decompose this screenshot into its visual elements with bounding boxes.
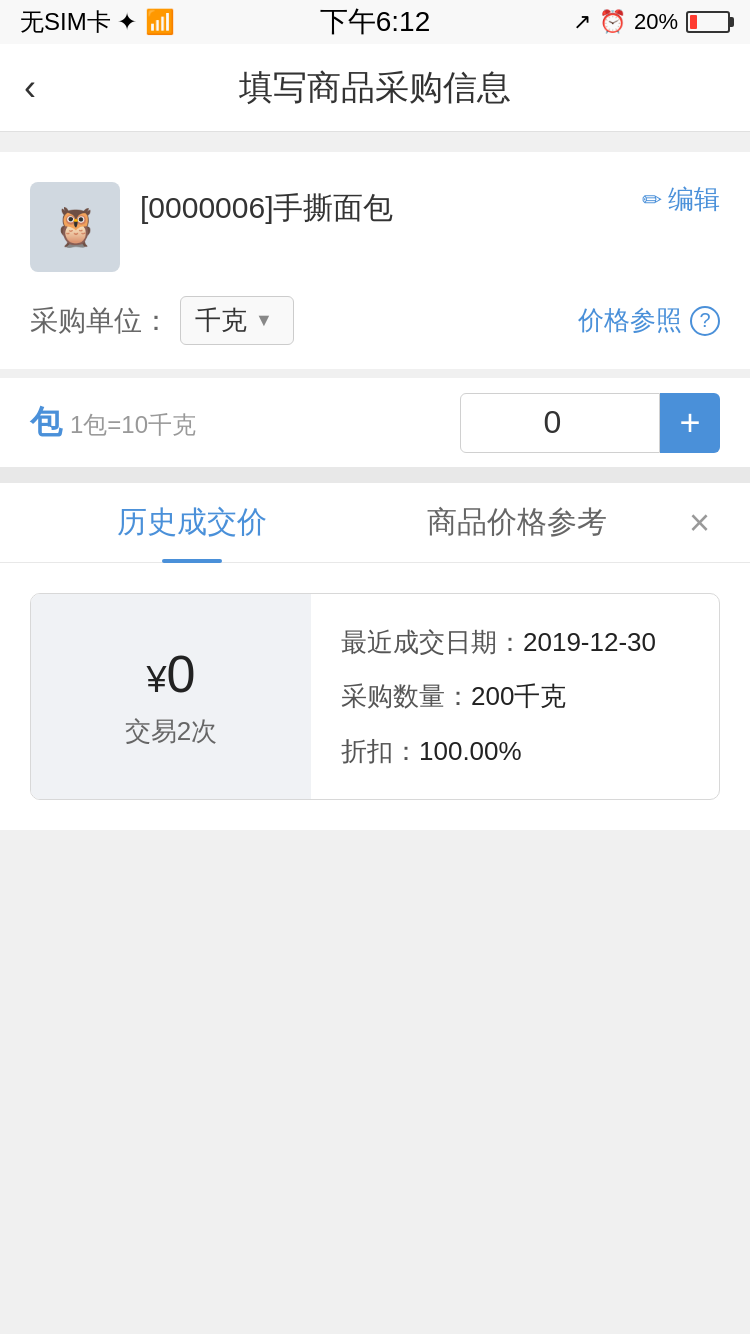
price-card: ¥0 交易2次 最近成交日期：2019-12-30 采购数量：200千克 折扣：…: [30, 593, 720, 800]
quantity-unit: 包: [30, 401, 62, 445]
currency-symbol: ¥: [147, 659, 167, 700]
price-amount-display: ¥0: [147, 644, 196, 704]
unit-value: 千克: [195, 303, 247, 338]
price-ref-label: 价格参照: [578, 303, 682, 338]
tab-panel: 历史成交价 商品价格参考 × ¥0 交易2次 最近成交日期：2019-12-30…: [0, 483, 750, 830]
price-card-left: ¥0 交易2次: [31, 594, 311, 799]
unit-select-dropdown[interactable]: 千克 ▼: [180, 296, 294, 345]
tab-product-price-label: 商品价格参考: [427, 502, 607, 543]
unit-conversion: 1包=10千克: [70, 409, 196, 441]
plus-icon: +: [679, 402, 700, 444]
tab-history-label: 历史成交价: [117, 502, 267, 543]
purchase-qty-row: 采购数量：200千克: [341, 678, 689, 714]
location-icon: ↗: [573, 9, 591, 35]
unit-label: 采购单位：: [30, 302, 170, 340]
product-left: 🦉 [0000006]手撕面包: [30, 182, 393, 272]
battery-icon: [686, 11, 730, 33]
help-icon: ?: [690, 306, 720, 336]
history-price-content: ¥0 交易2次 最近成交日期：2019-12-30 采购数量：200千克 折扣：…: [0, 563, 750, 830]
carrier-text: 无SIM卡 ✦: [20, 6, 137, 38]
main-background: [0, 830, 750, 1334]
product-image: 🦉: [30, 182, 120, 272]
recent-date-value: 2019-12-30: [523, 627, 656, 657]
edit-label: 编辑: [668, 182, 720, 217]
edit-button[interactable]: ✏ 编辑: [642, 182, 720, 217]
help-symbol: ?: [699, 309, 710, 332]
status-right: ↗ ⏰ 20%: [573, 9, 730, 35]
purchase-qty-label: 采购数量：: [341, 681, 471, 711]
time-display: 下午6:12: [320, 3, 431, 41]
product-unit-row: 采购单位： 千克 ▼ 价格参照 ?: [30, 296, 720, 345]
product-logo-icon: 🦉: [52, 205, 99, 249]
discount-label: 折扣：: [341, 736, 419, 766]
nav-bar: ‹ 填写商品采购信息: [0, 44, 750, 132]
discount-row: 折扣：100.00%: [341, 733, 689, 769]
tab-close-button[interactable]: ×: [679, 502, 720, 544]
unit-selector-group: 采购单位： 千克 ▼: [30, 296, 294, 345]
quantity-plus-button[interactable]: +: [660, 393, 720, 453]
tab-header: 历史成交价 商品价格参考 ×: [0, 483, 750, 563]
tab-product-price[interactable]: 商品价格参考: [354, 483, 678, 563]
discount-value: 100.00%: [419, 736, 522, 766]
quantity-input-area: +: [460, 393, 720, 453]
trade-count: 交易2次: [125, 714, 217, 749]
quantity-label: 包 1包=10千克: [30, 401, 196, 445]
wifi-icon: 📶: [145, 8, 175, 36]
product-card: 🦉 [0000006]手撕面包 ✏ 编辑 采购单位： 千克 ▼ 价格参照 ?: [0, 152, 750, 369]
price-number: 0: [167, 645, 196, 703]
purchase-qty-value: 200千克: [471, 681, 566, 711]
status-bar: 无SIM卡 ✦ 📶 下午6:12 ↗ ⏰ 20%: [0, 0, 750, 44]
quantity-input[interactable]: [460, 393, 660, 453]
price-reference-button[interactable]: 价格参照 ?: [578, 303, 720, 338]
recent-date-label: 最近成交日期：: [341, 627, 523, 657]
product-name: [0000006]手撕面包: [140, 188, 393, 229]
back-button[interactable]: ‹: [24, 67, 36, 109]
section-divider: [0, 467, 750, 483]
dropdown-arrow-icon: ▼: [255, 310, 273, 331]
quantity-section: 包 1包=10千克 +: [0, 377, 750, 467]
page-title: 填写商品采购信息: [239, 65, 511, 111]
tab-active-indicator: [162, 559, 222, 563]
product-header: 🦉 [0000006]手撕面包 ✏ 编辑: [30, 182, 720, 272]
alarm-icon: ⏰: [599, 9, 626, 35]
tab-history-price[interactable]: 历史成交价: [30, 483, 354, 563]
battery-percent: 20%: [634, 9, 678, 35]
recent-date-row: 最近成交日期：2019-12-30: [341, 624, 689, 660]
status-left: 无SIM卡 ✦ 📶: [20, 6, 175, 38]
battery-fill: [690, 15, 697, 29]
price-card-right: 最近成交日期：2019-12-30 采购数量：200千克 折扣：100.00%: [311, 594, 719, 799]
edit-icon: ✏: [642, 186, 662, 214]
